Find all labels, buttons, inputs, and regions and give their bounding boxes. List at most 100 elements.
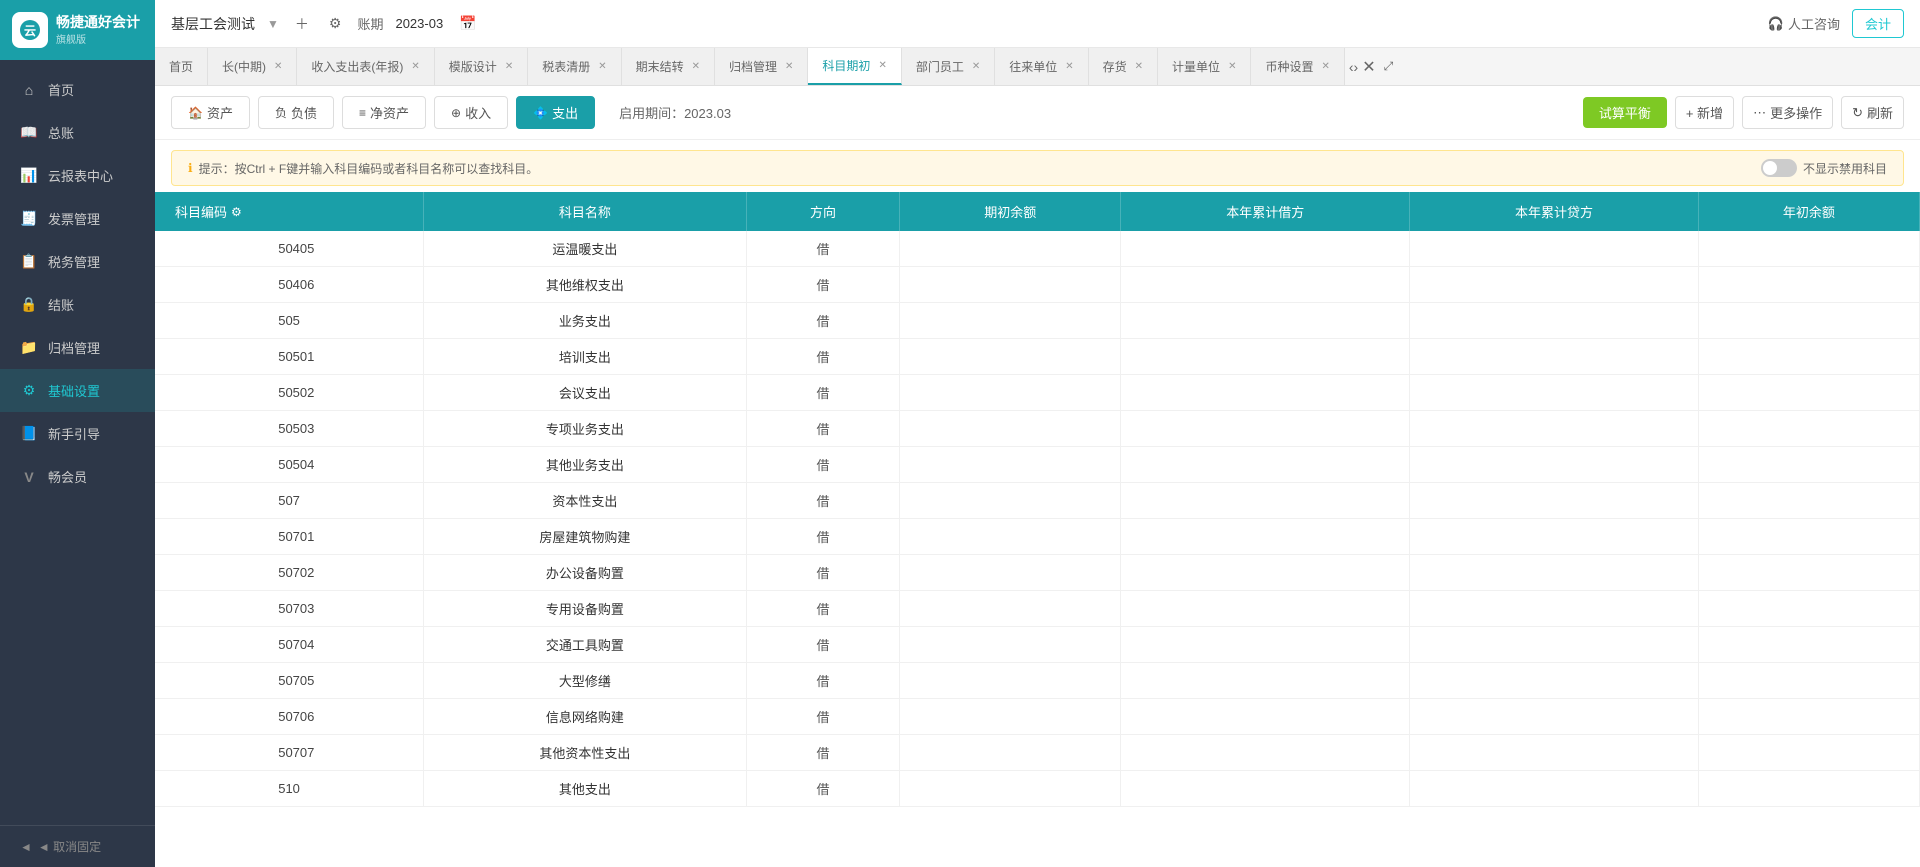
cell-code: 50405: [155, 231, 424, 267]
cell-ytd-debit: [1121, 663, 1410, 699]
tab-income-close[interactable]: ✕: [411, 61, 419, 72]
period-label: 账期: [357, 14, 383, 33]
tab-template-close[interactable]: ✕: [505, 61, 513, 72]
sidebar-item-settings[interactable]: ⚙ 基础设置: [0, 369, 155, 412]
tab-currency-close[interactable]: ✕: [1321, 61, 1329, 72]
tab-inventory[interactable]: 存货 ✕: [1089, 48, 1158, 85]
settings-gear-btn[interactable]: ⚙: [325, 11, 346, 36]
tab-inventory-close[interactable]: ✕: [1135, 61, 1143, 72]
tab-template[interactable]: 模版设计 ✕: [435, 48, 528, 85]
more-btn[interactable]: ⋯ 更多操作: [1742, 96, 1833, 129]
sidebar-item-ledger[interactable]: 📖 总账: [0, 111, 155, 154]
tab-yearend[interactable]: 期末结转 ✕: [622, 48, 715, 85]
support-btn[interactable]: 🎧 人工咨询: [1768, 14, 1840, 33]
table-row[interactable]: 50406 其他维权支出 借: [155, 267, 1920, 303]
table-row[interactable]: 50705 大型修缮 借: [155, 663, 1920, 699]
liability-icon: 负: [275, 104, 287, 121]
table-row[interactable]: 50503 专项业务支出 借: [155, 411, 1920, 447]
cat-tab-liability[interactable]: 负 负债: [258, 96, 334, 129]
cat-tab-asset[interactable]: 🏠 资产: [171, 96, 250, 129]
tab-yearend-close[interactable]: ✕: [692, 61, 700, 72]
sidebar-item-reports[interactable]: 📊 云报表中心: [0, 154, 155, 197]
tab-currency[interactable]: 币种设置 ✕: [1251, 48, 1344, 85]
cell-ytd-debit: [1121, 627, 1410, 663]
refresh-btn[interactable]: ↻ 刷新: [1841, 96, 1904, 129]
account-btn[interactable]: 会计: [1852, 9, 1904, 38]
cell-year-opening: [1698, 735, 1919, 771]
sidebar-item-archive[interactable]: 📁 归档管理: [0, 326, 155, 369]
tab-archivemgmt[interactable]: 归档管理 ✕: [715, 48, 808, 85]
table-row[interactable]: 507 资本性支出 借: [155, 483, 1920, 519]
ledger-icon: 📖: [20, 124, 38, 141]
cell-name: 资本性支出: [424, 483, 747, 519]
table-row[interactable]: 50701 房屋建筑物购建 借: [155, 519, 1920, 555]
tab-currency-label: 币种设置: [1265, 58, 1313, 75]
tab-dept-close[interactable]: ✕: [972, 61, 980, 72]
archive-icon: 📁: [20, 339, 38, 356]
cell-year-opening: [1698, 555, 1919, 591]
dropdown-icon[interactable]: ▼: [267, 17, 279, 31]
cat-tab-expense[interactable]: 💠 支出: [516, 96, 595, 129]
tab-subjectperiod[interactable]: 科目期初 ✕: [808, 48, 901, 85]
tab-interim-close[interactable]: ✕: [274, 61, 282, 72]
toggle-label-text: 不显示禁用科目: [1803, 160, 1887, 177]
sidebar-label-member: 畅会员: [48, 467, 87, 486]
table-row[interactable]: 50405 运温暖支出 借: [155, 231, 1920, 267]
cell-name: 其他资本性支出: [424, 735, 747, 771]
balance-btn[interactable]: 试算平衡: [1583, 97, 1667, 128]
tab-unit[interactable]: 计量单位 ✕: [1158, 48, 1251, 85]
sidebar-item-member[interactable]: V 畅会员: [0, 455, 155, 498]
cell-code: 50705: [155, 663, 424, 699]
cat-tab-netasset[interactable]: ≡ 净资产: [342, 96, 426, 129]
tab-close-all[interactable]: ✕: [1358, 57, 1379, 77]
cell-ytd-debit: [1121, 303, 1410, 339]
table-row[interactable]: 50706 信息网络购建 借: [155, 699, 1920, 735]
tab-contacts[interactable]: 往来单位 ✕: [995, 48, 1088, 85]
table-row[interactable]: 50704 交通工具购置 借: [155, 627, 1920, 663]
cell-ytd-credit: [1410, 591, 1699, 627]
tab-taxclear-close[interactable]: ✕: [598, 61, 606, 72]
sidebar-item-home[interactable]: ⌂ 首页: [0, 68, 155, 111]
sidebar-item-guide[interactable]: 📘 新手引导: [0, 412, 155, 455]
tab-dept[interactable]: 部门员工 ✕: [902, 48, 995, 85]
sidebar-item-tax[interactable]: 📋 税务管理: [0, 240, 155, 283]
guide-icon: 📘: [20, 425, 38, 442]
asset-icon: 🏠: [188, 106, 203, 120]
cell-opening: [900, 555, 1121, 591]
cell-direction: 借: [746, 231, 900, 267]
sidebar-item-invoice[interactable]: 🧾 发票管理: [0, 197, 155, 240]
tab-unit-close[interactable]: ✕: [1228, 61, 1236, 72]
calendar-icon-btn[interactable]: 📅: [455, 11, 480, 36]
tab-archivemgmt-close[interactable]: ✕: [785, 61, 793, 72]
cat-tab-income[interactable]: ⊕ 收入: [434, 96, 508, 129]
notice-bar: ℹ 提示：按Ctrl + F键并输入科目编码或者科目名称可以查找科目。 不显示禁…: [171, 150, 1904, 186]
cell-year-opening: [1698, 519, 1919, 555]
table-row[interactable]: 50502 会议支出 借: [155, 375, 1920, 411]
tab-taxclear[interactable]: 税表清册 ✕: [528, 48, 621, 85]
col-settings-icon[interactable]: ⚙: [231, 205, 242, 219]
table-row[interactable]: 50504 其他业务支出 借: [155, 447, 1920, 483]
tab-subjectperiod-close[interactable]: ✕: [878, 60, 886, 71]
sidebar-item-closing[interactable]: 🔒 结账: [0, 283, 155, 326]
table-container[interactable]: 科目编码 ⚙ 科目名称 方向 期初余额 本年累计借方 本年累计贷方 年初余额: [155, 192, 1920, 867]
add-btn[interactable]: + 新增: [1675, 96, 1734, 129]
tab-interim[interactable]: 长(中期) ✕: [208, 48, 297, 85]
tab-income[interactable]: 收入支出表(年报) ✕: [297, 48, 434, 85]
cell-ytd-debit: [1121, 483, 1410, 519]
table-row[interactable]: 50703 专用设备购置 借: [155, 591, 1920, 627]
cell-ytd-debit: [1121, 267, 1410, 303]
sidebar-label-archive: 归档管理: [48, 338, 100, 357]
tab-contacts-close[interactable]: ✕: [1065, 61, 1073, 72]
sidebar-collapse-btn[interactable]: ◄ ◄ 取消固定: [0, 825, 155, 867]
table-row[interactable]: 50707 其他资本性支出 借: [155, 735, 1920, 771]
tab-home[interactable]: 首页: [155, 48, 208, 85]
tab-expand[interactable]: ⤢: [1380, 59, 1398, 74]
add-company-btn[interactable]: ＋: [291, 10, 313, 38]
cell-code: 50503: [155, 411, 424, 447]
headset-icon: 🎧: [1768, 16, 1784, 32]
disable-toggle[interactable]: [1761, 159, 1797, 177]
table-row[interactable]: 505 业务支出 借: [155, 303, 1920, 339]
table-row[interactable]: 50501 培训支出 借: [155, 339, 1920, 375]
table-row[interactable]: 510 其他支出 借: [155, 771, 1920, 807]
table-row[interactable]: 50702 办公设备购置 借: [155, 555, 1920, 591]
